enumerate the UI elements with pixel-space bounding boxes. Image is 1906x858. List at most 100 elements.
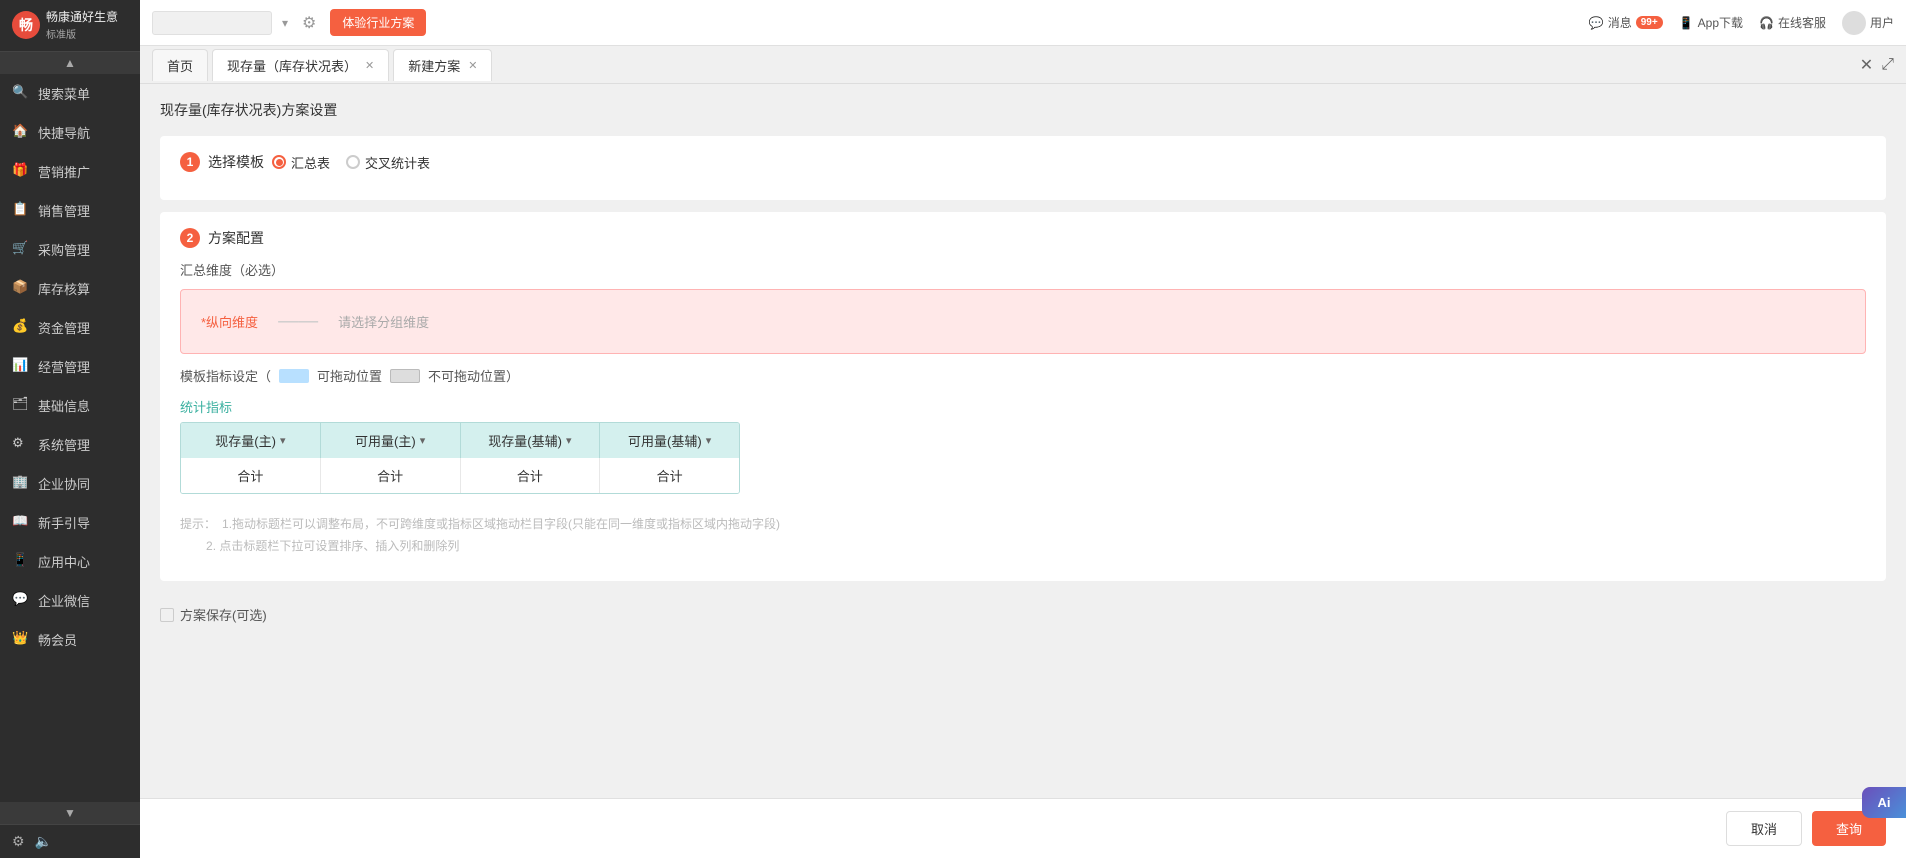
step2-label: 方案配置 (208, 228, 264, 248)
member-icon: 👑 (12, 630, 30, 648)
col-available-aux[interactable]: 可用量(基辅) ▾ (600, 423, 739, 458)
topbar-right: 💬 消息 99+ 📱 App下载 🎧 在线客服 用户 (1589, 11, 1894, 35)
topbar-app-download[interactable]: 📱 App下载 (1679, 14, 1743, 31)
tab-inventory-close[interactable]: ✕ (365, 59, 374, 72)
service-label: 在线客服 (1778, 14, 1826, 31)
tab-new-scheme-label: 新建方案 (408, 56, 460, 75)
col-current-main-label: 现存量(主) (215, 431, 276, 450)
panel-expand-btn[interactable]: ⤢ (1881, 56, 1894, 74)
sidebar-item-system-label: 系统管理 (38, 435, 90, 454)
sidebar-item-new-guide[interactable]: 📖 新手引导 (0, 503, 140, 542)
col-available-main[interactable]: 可用量(主) ▾ (321, 423, 461, 458)
save-option: 方案保存(可选) (160, 593, 1886, 636)
cancel-button[interactable]: 取消 (1726, 811, 1802, 846)
radio-cross-circle (346, 155, 360, 169)
topbar-user[interactable]: 用户 (1842, 11, 1894, 35)
topbar-message[interactable]: 💬 消息 99+ (1589, 14, 1663, 31)
radio-cross[interactable]: 交叉统计表 (346, 153, 430, 172)
sidebar-item-management[interactable]: 📊 经营管理 (0, 347, 140, 386)
sidebar-item-search[interactable]: 🔍 搜索菜单 (0, 74, 140, 113)
topbar-gear-icon[interactable]: ⚙ (302, 13, 316, 33)
enterprise-icon: 🏢 (12, 474, 30, 492)
step2-section: 2 方案配置 汇总维度（必选） *纵向维度 —— 请选择分组维度 模板指标设定（… (160, 212, 1886, 581)
stats-table-wrapper: 统计指标 现存量(主) ▾ 可用量(主) ▾ (180, 397, 1866, 494)
topbar-online-service[interactable]: 🎧 在线客服 (1759, 14, 1826, 31)
col-current-aux[interactable]: 现存量(基辅) ▾ (461, 423, 601, 458)
tip-1: 提示： 1.拖动标题栏可以调整布局，不可跨维度或指标区域拖动栏目字段(只能在同一… (180, 514, 1866, 536)
cell-current-aux: 合计 (461, 458, 601, 493)
template-indicator-text: 模板指标设定（ (180, 366, 271, 385)
sound-bottom-btn[interactable]: 🔈 (35, 833, 52, 850)
management-icon: 📊 (12, 357, 30, 375)
sidebar-scroll-up[interactable]: ▲ (0, 52, 140, 74)
save-checkbox[interactable] (160, 608, 174, 622)
radio-summary-dot (276, 159, 283, 166)
radio-summary-circle (272, 155, 286, 169)
gift-icon: 🎁 (12, 162, 30, 180)
sidebar-item-inventory[interactable]: 📦 库存核算 (0, 269, 140, 308)
sidebar-item-member[interactable]: 👑 畅会员 (0, 620, 140, 659)
sidebar-item-app-center[interactable]: 📱 应用中心 (0, 542, 140, 581)
tab-inventory-status[interactable]: 现存量（库存状况表） ✕ (212, 49, 389, 81)
message-label: 消息 (1608, 14, 1632, 31)
settings-bottom-btn[interactable]: ⚙ (12, 833, 25, 850)
sidebar-logo: 畅 畅康通好生意 标准版 (0, 0, 140, 52)
sidebar-item-enterprise-label: 企业协同 (38, 474, 90, 493)
template-radio-group: 汇总表 交叉统计表 (272, 153, 430, 172)
tip-prefix: 提示： (180, 514, 216, 536)
sidebar-item-member-label: 畅会员 (38, 630, 77, 649)
tab-new-scheme-close[interactable]: ✕ (468, 59, 477, 72)
col-current-main-chevron[interactable]: ▾ (280, 434, 286, 447)
sidebar-bottom: ⚙ 🔈 (0, 824, 140, 858)
sidebar-item-purchase-label: 采购管理 (38, 240, 90, 259)
sidebar-item-marketing[interactable]: 🎁 营销推广 (0, 152, 140, 191)
col-current-aux-label: 现存量(基辅) (488, 431, 562, 450)
ai-fab-button[interactable]: Ai (1862, 787, 1906, 818)
tip-2: 2. 点击标题栏下拉可设置排序、插入列和删除列 (180, 536, 1866, 558)
step1-header: 1 选择模板 汇总表 交叉统计表 (180, 152, 1866, 172)
home-icon: 🏠 (12, 123, 30, 141)
movable-label: 可拖动位置 (317, 366, 382, 385)
topbar-search-input[interactable] (152, 11, 272, 35)
col-available-aux-chevron[interactable]: ▾ (706, 434, 712, 447)
sidebar-item-system[interactable]: ⚙ 系统管理 (0, 425, 140, 464)
sidebar-item-quick-nav[interactable]: 🏠 快捷导航 (0, 113, 140, 152)
app-version: 标准版 (46, 26, 118, 41)
sidebar-scroll-down[interactable]: ▼ (0, 802, 140, 824)
sidebar-item-finance[interactable]: 💰 资金管理 (0, 308, 140, 347)
tab-new-scheme[interactable]: 新建方案 ✕ (393, 49, 492, 81)
col-available-aux-label: 可用量(基辅) (628, 431, 702, 450)
sales-icon: 📋 (12, 201, 30, 219)
sidebar-item-enterprise-wechat[interactable]: 💬 企业微信 (0, 581, 140, 620)
col-current-main[interactable]: 现存量(主) ▾ (181, 423, 321, 458)
tab-inventory-label: 现存量（库存状况表） (227, 56, 357, 75)
message-icon: 💬 (1589, 16, 1604, 30)
save-option-label: 方案保存(可选) (180, 605, 267, 624)
sidebar-item-basic-info[interactable]: 🗂 基础信息 (0, 386, 140, 425)
guide-icon: 📖 (12, 513, 30, 531)
topbar-chevron-icon[interactable]: ▾ (282, 16, 288, 30)
col-current-aux-chevron[interactable]: ▾ (566, 434, 572, 447)
col-available-main-chevron[interactable]: ▾ (420, 434, 426, 447)
user-name-label: 用户 (1870, 14, 1894, 31)
footer-bar: 取消 查询 (140, 798, 1906, 858)
dim-placeholder[interactable]: 请选择分组维度 (338, 312, 429, 331)
finance-icon: 💰 (12, 318, 30, 336)
sidebar-item-enterprise[interactable]: 🏢 企业协同 (0, 464, 140, 503)
stats-label: 统计指标 (180, 397, 1866, 416)
sidebar-item-sales[interactable]: 📋 销售管理 (0, 191, 140, 230)
tip-2-num (180, 536, 200, 558)
page-content: 现存量(库存状况表)方案设置 1 选择模板 汇总表 交叉统计表 (140, 84, 1906, 798)
tab-panel-controls: ✕ ⤢ (1860, 55, 1894, 75)
tab-home[interactable]: 首页 (152, 49, 208, 81)
sidebar-item-purchase[interactable]: 🛒 采购管理 (0, 230, 140, 269)
radio-summary[interactable]: 汇总表 (272, 153, 330, 172)
experience-btn[interactable]: 体验行业方案 (330, 9, 426, 36)
panel-close-btn[interactable]: ✕ (1860, 55, 1873, 75)
sidebar-item-management-label: 经营管理 (38, 357, 90, 376)
aggregation-label: 汇总维度（必选） (180, 260, 1866, 279)
topbar: ▾ ⚙ 体验行业方案 💬 消息 99+ 📱 App下载 🎧 在线客服 用户 (140, 0, 1906, 46)
fixed-indicator (390, 369, 420, 383)
wechat-icon: 💬 (12, 591, 30, 609)
radio-summary-label: 汇总表 (291, 153, 330, 172)
